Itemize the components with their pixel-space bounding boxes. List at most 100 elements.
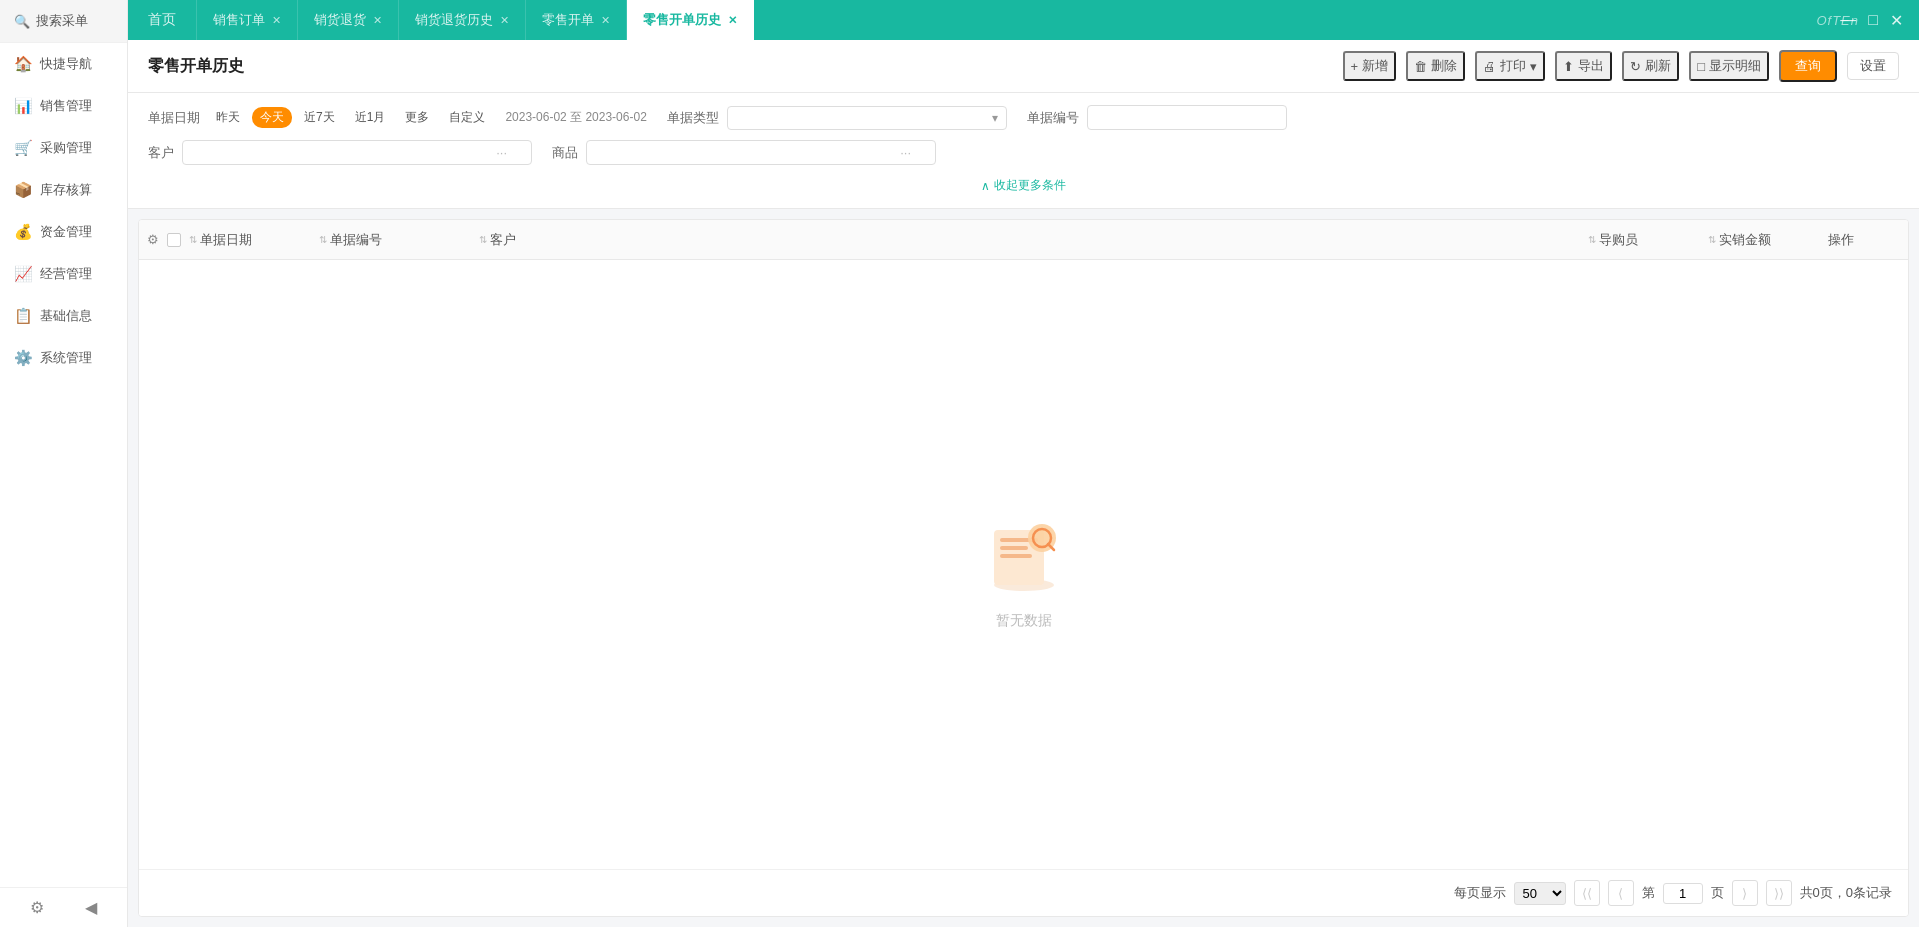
th-no[interactable]: ⇅ 单据编号 <box>311 231 471 249</box>
date-btn-yesterday[interactable]: 昨天 <box>208 107 248 128</box>
page-label-ye: 页 <box>1711 884 1724 902</box>
page-title: 零售开单历史 <box>148 56 244 77</box>
sidebar-item-label: 资金管理 <box>40 223 92 241</box>
display-detail-button[interactable]: □ 显示明细 <box>1689 51 1769 81</box>
sidebar-item-inventory[interactable]: 📦 库存核算 <box>0 169 127 211</box>
filter-row-2: 客户 ··· 商品 ··· <box>148 140 1899 165</box>
delete-button[interactable]: 🗑 删除 <box>1406 51 1465 81</box>
collapse-sidebar-button[interactable]: ◀ <box>85 898 97 917</box>
th-date[interactable]: ⇅ 单据日期 <box>181 231 311 249</box>
th-date-sort-icon: ⇅ <box>189 234 197 245</box>
sidebar-bottom: ⚙ ◀ <box>0 887 127 927</box>
filter-bill-type-group: 单据类型 ▾ <box>667 106 1007 130</box>
sidebar-item-purchase-mgmt[interactable]: 🛒 采购管理 <box>0 127 127 169</box>
date-btn-today[interactable]: 今天 <box>252 107 292 128</box>
select-all-checkbox[interactable] <box>167 233 181 247</box>
page-actions: + 新增 🗑 删除 🖨 打印 ▾ ⬆ 导出 <box>1343 50 1899 82</box>
per-page-select[interactable]: 50 10 20 100 <box>1514 882 1566 905</box>
export-button[interactable]: ⬆ 导出 <box>1555 51 1612 81</box>
tab-sales-return-history[interactable]: 销货退货历史 ✕ <box>399 0 526 40</box>
sidebar-item-label: 系统管理 <box>40 349 92 367</box>
window-close[interactable]: ✕ <box>1886 7 1907 34</box>
date-btn-last7[interactable]: 近7天 <box>296 107 343 128</box>
window-maximize[interactable]: □ <box>1864 7 1882 33</box>
tab-retail-open-history-close[interactable]: ✕ <box>728 14 737 27</box>
sidebar-item-label: 销售管理 <box>40 97 92 115</box>
tab-sales-order[interactable]: 销售订单 ✕ <box>197 0 298 40</box>
date-btn-last1m[interactable]: 近1月 <box>347 107 394 128</box>
settings-bottom-icon[interactable]: ⚙ <box>30 898 44 917</box>
sidebar-item-label: 库存核算 <box>40 181 92 199</box>
goods-input[interactable]: ··· <box>586 140 936 165</box>
new-button[interactable]: + 新增 <box>1343 51 1397 81</box>
sidebar-item-quick-nav[interactable]: 🏠 快捷导航 <box>0 43 127 85</box>
brand-text: OfTEn <box>1816 13 1859 28</box>
sidebar-item-system[interactable]: ⚙️ 系统管理 <box>0 337 127 379</box>
tab-retail-open-close[interactable]: ✕ <box>601 14 610 27</box>
sidebar-item-finance[interactable]: 💰 资金管理 <box>0 211 127 253</box>
purchase-icon: 🛒 <box>14 139 32 157</box>
filter-goods-group: 商品 ··· <box>552 140 936 165</box>
customer-input[interactable]: ··· <box>182 140 532 165</box>
sidebar-item-operations[interactable]: 📈 经营管理 <box>0 253 127 295</box>
print-icon: 🖨 <box>1483 59 1496 74</box>
print-button[interactable]: 🖨 打印 ▾ <box>1475 51 1545 81</box>
filter-bill-no-group: 单据编号 <box>1027 105 1287 130</box>
settings-label: 设置 <box>1860 57 1886 75</box>
tab-retail-open-history[interactable]: 零售开单历史 ✕ <box>627 0 754 40</box>
date-btn-more[interactable]: 更多 <box>397 107 437 128</box>
tab-home[interactable]: 首页 <box>128 0 197 40</box>
home-icon: 🏠 <box>14 55 32 73</box>
th-amount[interactable]: ⇅ 实销金额 <box>1700 231 1820 249</box>
page-first-btn[interactable]: ⟨⟨ <box>1574 880 1600 906</box>
th-customer-sort-icon: ⇅ <box>479 234 487 245</box>
total-label: 共0页，0条记录 <box>1800 884 1892 902</box>
empty-text: 暂无数据 <box>996 612 1052 630</box>
tab-sales-order-label: 销售订单 <box>213 11 265 29</box>
tab-sales-order-close[interactable]: ✕ <box>272 14 281 27</box>
filter-date-group: 单据日期 昨天 今天 近7天 近1月 更多 自定义 2023-06-02 至 2… <box>148 107 647 128</box>
new-label: 新增 <box>1362 57 1388 75</box>
sidebar-item-basic-info[interactable]: 📋 基础信息 <box>0 295 127 337</box>
tab-retail-open[interactable]: 零售开单 ✕ <box>526 0 627 40</box>
page-header: 零售开单历史 + 新增 🗑 删除 🖨 打印 ▾ <box>128 40 1919 93</box>
page-label-di: 第 <box>1642 884 1655 902</box>
chevron-up-icon: ∧ <box>981 179 990 193</box>
tab-sales-return-history-close[interactable]: ✕ <box>500 14 509 27</box>
page-title-row: 零售开单历史 + 新增 🗑 删除 🖨 打印 ▾ <box>148 50 1899 92</box>
filter-collapse-btn[interactable]: ∧ 收起更多条件 <box>148 175 1899 200</box>
export-label: 导出 <box>1578 57 1604 75</box>
query-button[interactable]: 查询 <box>1779 50 1837 82</box>
new-icon: + <box>1351 59 1359 74</box>
date-btn-custom[interactable]: 自定义 <box>441 107 493 128</box>
th-guide[interactable]: ⇅ 导购员 <box>1580 231 1700 249</box>
page-next-btn[interactable]: ⟩ <box>1732 880 1758 906</box>
tab-sales-return-label: 销货退货 <box>314 11 366 29</box>
tab-home-label: 首页 <box>148 11 176 29</box>
bill-type-select[interactable]: ▾ <box>727 106 1007 130</box>
customer-label: 客户 <box>148 144 174 162</box>
refresh-button[interactable]: ↻ 刷新 <box>1622 51 1679 81</box>
tab-sales-return-close[interactable]: ✕ <box>373 14 382 27</box>
sidebar: 🔍 搜索采单 🏠 快捷导航 📊 销售管理 🛒 采购管理 📦 库存核算 💰 资金管… <box>0 0 128 927</box>
table-header: ⚙ ⇅ 单据日期 ⇅ 单据编号 ⇅ 客户 ⇅ 导购员 <box>139 220 1908 260</box>
page-content: 零售开单历史 + 新增 🗑 删除 🖨 打印 ▾ <box>128 40 1919 927</box>
settings-button[interactable]: 设置 <box>1847 52 1899 80</box>
bill-no-input[interactable] <box>1087 105 1287 130</box>
table-settings-icon[interactable]: ⚙ <box>147 232 159 247</box>
brand-logo: OfTEn <box>1816 13 1859 28</box>
tab-sales-return[interactable]: 销货退货 ✕ <box>298 0 399 40</box>
sidebar-search[interactable]: 🔍 搜索采单 <box>0 0 127 43</box>
page-prev-btn[interactable]: ⟨ <box>1608 880 1634 906</box>
page-number-input[interactable] <box>1663 883 1703 904</box>
inventory-icon: 📦 <box>14 181 32 199</box>
bill-type-label: 单据类型 <box>667 109 719 127</box>
filter-customer-group: 客户 ··· <box>148 140 532 165</box>
checkbox-icon: □ <box>1697 59 1705 74</box>
th-customer[interactable]: ⇅ 客户 <box>471 231 1580 249</box>
filter-area: 单据日期 昨天 今天 近7天 近1月 更多 自定义 2023-06-02 至 2… <box>128 93 1919 209</box>
export-icon: ⬆ <box>1563 59 1574 74</box>
page-last-btn[interactable]: ⟩⟩ <box>1766 880 1792 906</box>
delete-icon: 🗑 <box>1414 59 1427 74</box>
sidebar-item-sales-mgmt[interactable]: 📊 销售管理 <box>0 85 127 127</box>
